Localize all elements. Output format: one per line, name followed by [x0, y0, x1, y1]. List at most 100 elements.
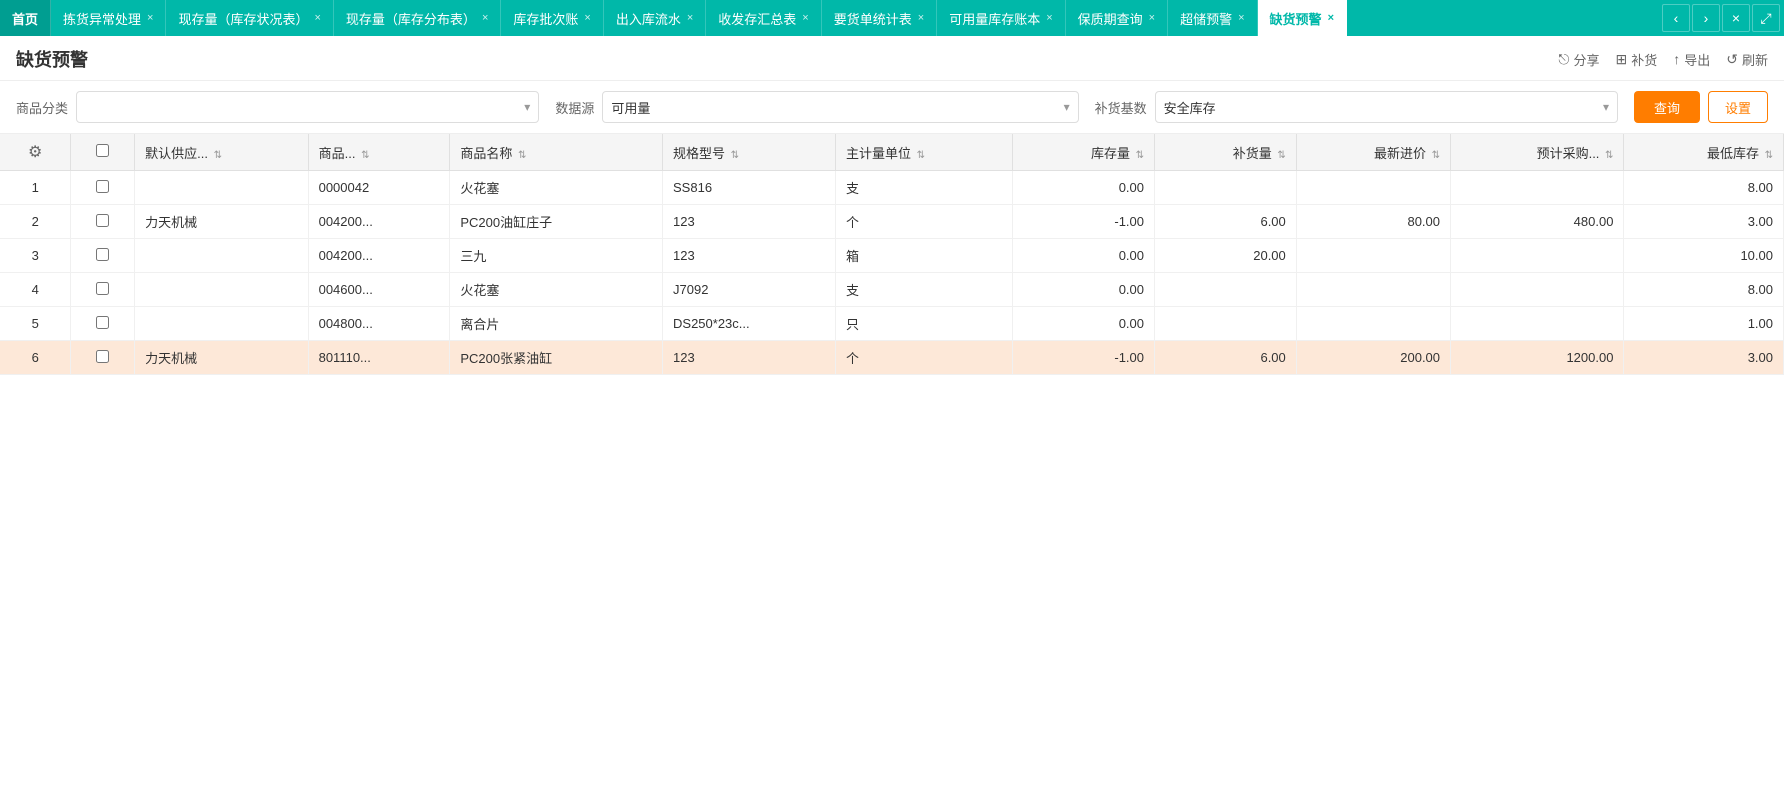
- table-row[interactable]: 3 004200... 三九 123 箱 0.00 20.00 10.00: [0, 239, 1784, 273]
- row-stock: 0.00: [1013, 171, 1155, 205]
- refresh-icon: ↺: [1726, 51, 1738, 68]
- col-supplier-header[interactable]: 默认供应... ⇅: [135, 134, 308, 171]
- row-minstk: 10.00: [1624, 239, 1784, 273]
- row-unit: 个: [835, 341, 1012, 375]
- row-checkbox-cell[interactable]: [71, 341, 135, 375]
- col-name-header[interactable]: 商品名称 ⇅: [450, 134, 663, 171]
- close-icon[interactable]: ×: [584, 12, 590, 24]
- col-minstk-header[interactable]: 最低库存 ⇅: [1624, 134, 1784, 171]
- close-icon[interactable]: ×: [314, 12, 320, 24]
- filter-group-datasource: 数据源 可用量 ▾: [555, 91, 1078, 123]
- replenish-base-select[interactable]: 安全库存 ▾: [1155, 91, 1618, 123]
- nav-close-button[interactable]: ×: [1722, 4, 1750, 32]
- col-gear: ⚙: [0, 134, 71, 171]
- datasource-select[interactable]: 可用量 ▾: [602, 91, 1078, 123]
- row-spec: DS250*23c...: [663, 307, 836, 341]
- row-supplier: 力天机械: [135, 205, 308, 239]
- nav-tab-6[interactable]: 收发存汇总表 ×: [706, 0, 821, 36]
- nav-tab-10[interactable]: 超储预警 ×: [1168, 0, 1257, 36]
- share-button[interactable]: ⎋ 分享: [1558, 50, 1599, 69]
- query-button[interactable]: 查询: [1634, 91, 1700, 123]
- export-button[interactable]: ↑ 导出: [1673, 50, 1710, 69]
- row-checkbox-cell[interactable]: [71, 273, 135, 307]
- row-name: 三九: [450, 239, 663, 273]
- nav-next-button[interactable]: ›: [1692, 4, 1720, 32]
- table-body: 1 0000042 火花塞 SS816 支 0.00 8.00 2 力天机械 0…: [0, 171, 1784, 375]
- row-supplier: [135, 239, 308, 273]
- nav-tab-3[interactable]: 现存量（库存分布表） ×: [334, 0, 501, 36]
- row-checkbox-cell[interactable]: [71, 307, 135, 341]
- nav-tab-8[interactable]: 可用量库存账本 ×: [937, 0, 1065, 36]
- nav-tab-home[interactable]: 首页: [0, 0, 51, 36]
- col-forecast-header[interactable]: 预计采购... ⇅: [1451, 134, 1624, 171]
- nav-tab-1[interactable]: 拣货异常处理 ×: [51, 0, 166, 36]
- table-row[interactable]: 6 力天机械 801110... PC200张紧油缸 123 个 -1.00 6…: [0, 341, 1784, 375]
- row-supplier: [135, 171, 308, 205]
- close-icon[interactable]: ×: [1328, 12, 1334, 24]
- close-icon[interactable]: ×: [147, 12, 153, 24]
- share-icon: ⎋: [1558, 51, 1569, 68]
- row-name: 火花塞: [450, 171, 663, 205]
- row-replenish: [1155, 273, 1297, 307]
- category-label: 商品分类: [16, 98, 68, 117]
- select-all-checkbox[interactable]: [96, 144, 109, 157]
- refresh-button[interactable]: ↺ 刷新: [1726, 50, 1768, 69]
- close-icon[interactable]: ×: [687, 12, 693, 24]
- nav-tab-4[interactable]: 库存批次账 ×: [501, 0, 603, 36]
- nav-tab-9[interactable]: 保质期查询 ×: [1066, 0, 1168, 36]
- row-index: 1: [0, 171, 71, 205]
- category-select[interactable]: ▾: [76, 91, 539, 123]
- nav-tab-7[interactable]: 要货单统计表 ×: [822, 0, 937, 36]
- row-minstk: 8.00: [1624, 273, 1784, 307]
- row-stock: 0.00: [1013, 273, 1155, 307]
- col-stock-header[interactable]: 库存量 ⇅: [1013, 134, 1155, 171]
- nav-prev-button[interactable]: ‹: [1662, 4, 1690, 32]
- table-row[interactable]: 2 力天机械 004200... PC200油缸庄子 123 个 -1.00 6…: [0, 205, 1784, 239]
- replenish-button[interactable]: ⊞ 补货: [1615, 50, 1657, 69]
- nav-expand-button[interactable]: ⤢: [1752, 4, 1780, 32]
- col-code-header[interactable]: 商品... ⇅: [308, 134, 450, 171]
- row-checkbox[interactable]: [96, 282, 109, 295]
- row-checkbox[interactable]: [96, 248, 109, 261]
- col-price-header[interactable]: 最新进价 ⇅: [1296, 134, 1450, 171]
- row-checkbox-cell[interactable]: [71, 205, 135, 239]
- close-icon[interactable]: ×: [918, 12, 924, 24]
- header-actions: ⎋ 分享 ⊞ 补货 ↑ 导出 ↺ 刷新: [1558, 50, 1768, 69]
- table-container: ⚙ 默认供应... ⇅ 商品... ⇅ 商品名称 ⇅: [0, 134, 1784, 375]
- row-checkbox[interactable]: [96, 316, 109, 329]
- row-replenish: 20.00: [1155, 239, 1297, 273]
- nav-controls: ‹ › × ⤢: [1658, 0, 1784, 36]
- chevron-down-icon: ▾: [1064, 100, 1070, 114]
- row-stock: -1.00: [1013, 341, 1155, 375]
- col-unit-header[interactable]: 主计量单位 ⇅: [835, 134, 1012, 171]
- close-icon[interactable]: ×: [1046, 12, 1052, 24]
- close-icon[interactable]: ×: [1149, 12, 1155, 24]
- table-row[interactable]: 4 004600... 火花塞 J7092 支 0.00 8.00: [0, 273, 1784, 307]
- row-checkbox[interactable]: [96, 214, 109, 227]
- nav-tab-2[interactable]: 现存量（库存状况表） ×: [166, 0, 333, 36]
- close-icon[interactable]: ×: [802, 12, 808, 24]
- row-checkbox[interactable]: [96, 350, 109, 363]
- row-name: 火花塞: [450, 273, 663, 307]
- table-row[interactable]: 1 0000042 火花塞 SS816 支 0.00 8.00: [0, 171, 1784, 205]
- close-icon[interactable]: ×: [482, 12, 488, 24]
- row-spec: J7092: [663, 273, 836, 307]
- close-icon[interactable]: ×: [1238, 12, 1244, 24]
- nav-tab-11[interactable]: 缺货预警 ×: [1258, 0, 1347, 36]
- row-price: [1296, 171, 1450, 205]
- row-checkbox-cell[interactable]: [71, 171, 135, 205]
- chevron-down-icon: ▾: [524, 100, 530, 114]
- nav-tab-5[interactable]: 出入库流水 ×: [604, 0, 706, 36]
- col-replenish-header[interactable]: 补货量 ⇅: [1155, 134, 1297, 171]
- row-stock: 0.00: [1013, 307, 1155, 341]
- table-row[interactable]: 5 004800... 离合片 DS250*23c... 只 0.00 1.00: [0, 307, 1784, 341]
- col-checkbox-header: [71, 134, 135, 171]
- row-checkbox-cell[interactable]: [71, 239, 135, 273]
- gear-icon[interactable]: ⚙: [28, 142, 42, 162]
- sort-icon: ⇅: [731, 150, 739, 161]
- row-price: 200.00: [1296, 341, 1450, 375]
- settings-button[interactable]: 设置: [1708, 91, 1768, 123]
- col-spec-header[interactable]: 规格型号 ⇅: [663, 134, 836, 171]
- row-checkbox[interactable]: [96, 180, 109, 193]
- row-forecast: 480.00: [1451, 205, 1624, 239]
